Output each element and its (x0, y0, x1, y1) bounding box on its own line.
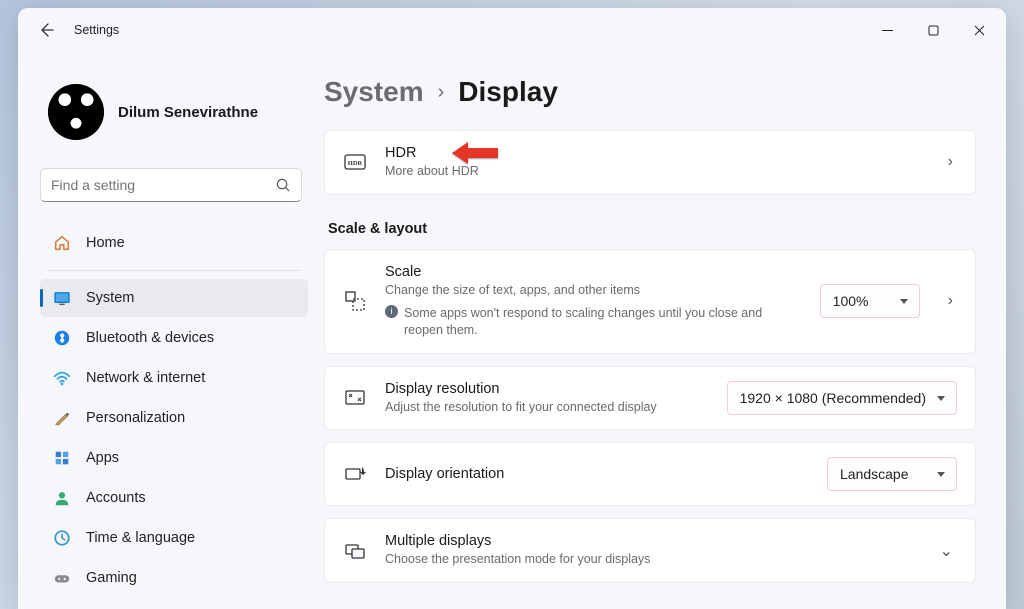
nav-label: Apps (86, 450, 119, 466)
bluetooth-icon (52, 328, 72, 348)
apps-icon (52, 448, 72, 468)
home-icon (52, 233, 72, 253)
chevron-right-icon: › (938, 292, 957, 310)
back-button[interactable] (32, 16, 60, 44)
svg-text:HDR: HDR (348, 160, 363, 167)
nav-bluetooth[interactable]: Bluetooth & devices (40, 319, 308, 357)
maximize-button[interactable] (910, 14, 956, 46)
app-title: Settings (74, 23, 119, 37)
resolution-icon (343, 387, 367, 409)
scale-row[interactable]: Scale Change the size of text, apps, and… (324, 249, 976, 354)
nav-apps[interactable]: Apps (40, 439, 308, 477)
multiple-displays-icon (343, 540, 367, 562)
nav-accessibility[interactable]: Accessibility (40, 599, 308, 609)
nav-personalization[interactable]: Personalization (40, 399, 308, 437)
settings-window: Settings Dilum Senevirathne (18, 8, 1006, 609)
avatar (48, 84, 104, 140)
page-title: Display (458, 76, 558, 108)
chevron-right-icon: › (438, 81, 445, 104)
section-scale-layout: Scale & layout (328, 221, 976, 237)
orientation-icon (343, 463, 367, 485)
hdr-sub: More about HDR (385, 163, 920, 180)
nav-label: Gaming (86, 570, 137, 586)
user-profile[interactable]: Dilum Senevirathne (40, 84, 308, 140)
breadcrumb: System › Display (324, 76, 976, 108)
close-icon (974, 25, 985, 36)
breadcrumb-parent[interactable]: System (324, 76, 424, 108)
nav-separator (48, 270, 300, 271)
nav-label: Personalization (86, 410, 185, 426)
chevron-right-icon: › (938, 153, 957, 171)
nav-label: Home (86, 235, 125, 251)
multiple-sub: Choose the presentation mode for your di… (385, 551, 912, 568)
scale-select[interactable]: 100% (820, 284, 920, 318)
gaming-icon (52, 568, 72, 588)
titlebar: Settings (18, 8, 1006, 52)
minimize-icon (882, 25, 893, 36)
resolution-select[interactable]: 1920 × 1080 (Recommended) (727, 381, 957, 415)
minimize-button[interactable] (864, 14, 910, 46)
info-icon: i (385, 305, 398, 318)
scale-title: Scale (385, 264, 802, 280)
personalization-icon (52, 408, 72, 428)
nav-list: Home System Bluetooth & devices Network … (40, 224, 308, 609)
orientation-select[interactable]: Landscape (827, 457, 957, 491)
search-input[interactable] (51, 177, 276, 193)
user-name: Dilum Senevirathne (118, 104, 258, 121)
multiple-displays-row[interactable]: Multiple displays Choose the presentatio… (324, 518, 976, 583)
search-icon (276, 178, 291, 193)
resolution-title: Display resolution (385, 381, 709, 397)
nav-label: System (86, 290, 134, 306)
multiple-title: Multiple displays (385, 533, 912, 549)
scale-icon (343, 290, 367, 312)
network-icon (52, 368, 72, 388)
nav-gaming[interactable]: Gaming (40, 559, 308, 597)
hdr-title: HDR (385, 145, 920, 161)
content-area: System › Display HDR HDR More about HDR … (318, 52, 1006, 609)
resolution-row[interactable]: Display resolution Adjust the resolution… (324, 366, 976, 431)
nav-label: Time & language (86, 530, 195, 546)
scale-note: Some apps won't respond to scaling chang… (404, 305, 802, 339)
hdr-row[interactable]: HDR HDR More about HDR › (324, 130, 976, 195)
chevron-down-icon: ⌄ (930, 541, 957, 561)
orientation-title: Display orientation (385, 466, 809, 482)
nav-system[interactable]: System (40, 279, 308, 317)
nav-time[interactable]: Time & language (40, 519, 308, 557)
nav-label: Accounts (86, 490, 146, 506)
time-icon (52, 528, 72, 548)
system-icon (52, 288, 72, 308)
nav-network[interactable]: Network & internet (40, 359, 308, 397)
search-box[interactable] (40, 168, 302, 202)
nav-home[interactable]: Home (40, 224, 308, 262)
scale-sub: Change the size of text, apps, and other… (385, 282, 802, 299)
sidebar: Dilum Senevirathne Home System Blueto (18, 52, 318, 609)
orientation-row[interactable]: Display orientation Landscape (324, 442, 976, 506)
nav-label: Bluetooth & devices (86, 330, 214, 346)
nav-accounts[interactable]: Accounts (40, 479, 308, 517)
accounts-icon (52, 488, 72, 508)
close-button[interactable] (956, 14, 1002, 46)
resolution-sub: Adjust the resolution to fit your connec… (385, 399, 709, 416)
back-arrow-icon (38, 22, 54, 38)
nav-label: Network & internet (86, 370, 205, 386)
maximize-icon (928, 25, 939, 36)
hdr-icon: HDR (343, 154, 367, 170)
